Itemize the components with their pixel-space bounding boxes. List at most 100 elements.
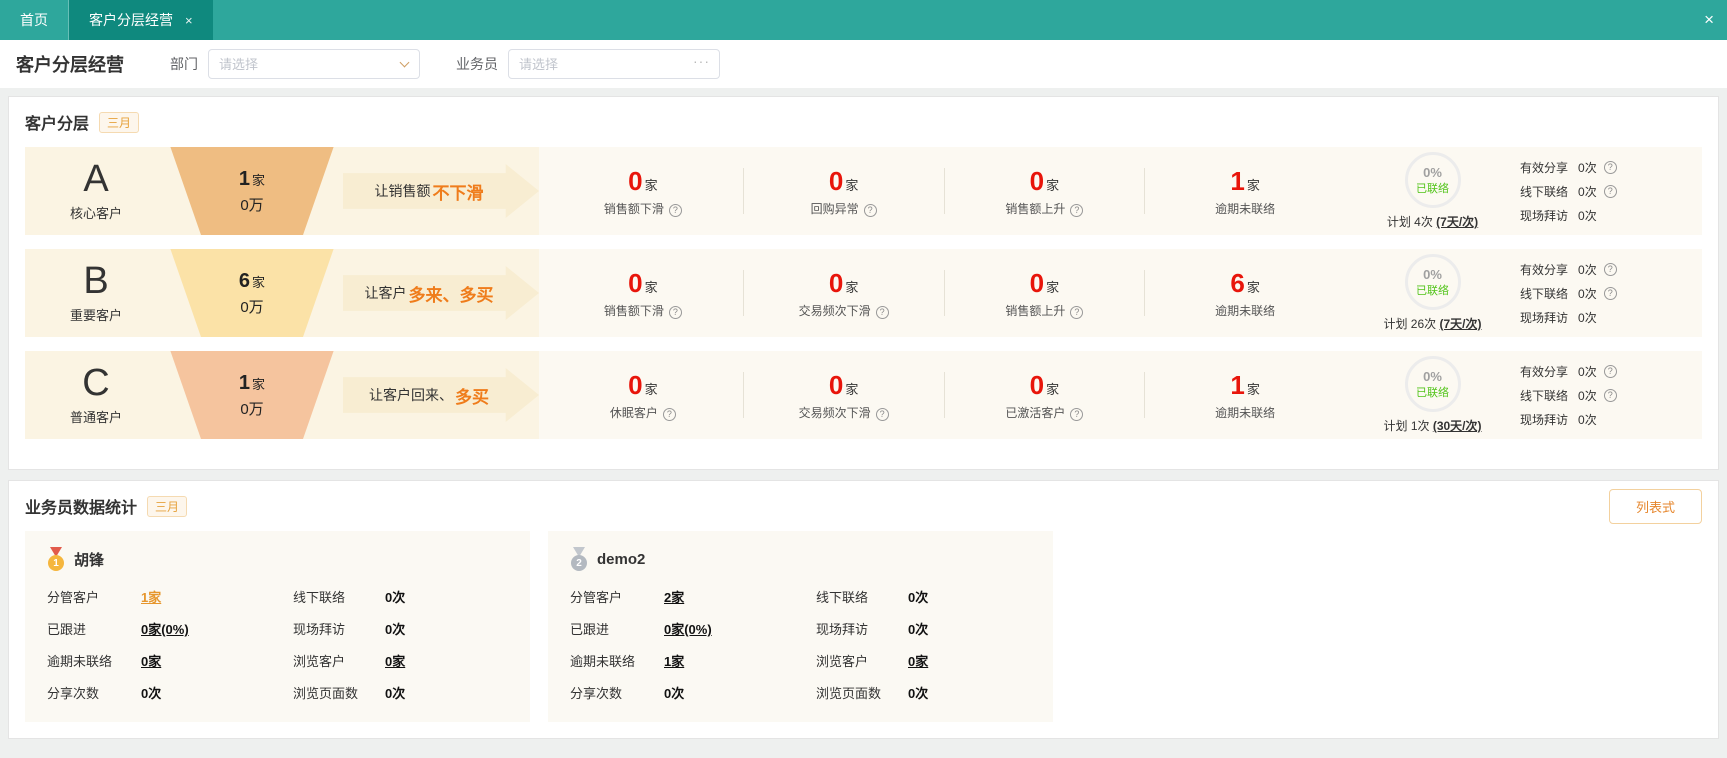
stat-label: 浏览页面数 [293, 686, 359, 701]
stat-label: 浏览客户 [816, 654, 869, 669]
stat-label: 现场拜访 [816, 622, 869, 637]
stat-value[interactable]: 0家(0%) [664, 619, 816, 638]
metric-label-row: 销售额下滑 [543, 302, 743, 319]
metric-label: 交易频次下滑 [798, 405, 871, 420]
tier-amount-value: 0 [240, 196, 249, 214]
stat-value[interactable]: 0家 [908, 651, 1031, 670]
more-icon[interactable]: ··· [693, 53, 710, 69]
metric-label-row: 交易频次下滑 [744, 404, 944, 421]
stat-value[interactable]: 1家 [141, 587, 293, 606]
tier-name: 重要客户 [69, 308, 122, 323]
contact-label: 现场拜访 [1520, 310, 1569, 325]
help-icon[interactable] [662, 407, 676, 421]
close-icon[interactable]: × [1704, 10, 1714, 30]
help-icon[interactable] [1603, 160, 1617, 174]
tier-amount: 0万 [240, 398, 263, 419]
help-icon[interactable] [668, 305, 682, 319]
metric-sales-decline: 0家 销售额下滑 [543, 166, 743, 217]
metric-unit: 家 [1046, 381, 1060, 397]
stat-value[interactable]: 0家(0%) [141, 619, 293, 638]
metric-value: 0 [1029, 369, 1045, 400]
metric-value: 0 [628, 165, 643, 196]
tab-home[interactable]: 首页 [0, 0, 69, 40]
metric-overdue-uncontacted: 6家 逾期未联络 [1145, 268, 1345, 319]
metric-value: 0 [1029, 267, 1045, 298]
tab-close-icon[interactable]: × [185, 13, 193, 28]
tier-amount-unit: 万 [248, 196, 264, 214]
metric-value-row: 0家 [744, 166, 944, 197]
metric-label-row: 销售额上升 [945, 200, 1145, 217]
metric-unit: 家 [1246, 177, 1260, 193]
tier-amount: 0万 [240, 296, 263, 317]
dept-select[interactable] [208, 49, 420, 79]
metric-unit: 家 [1246, 279, 1260, 295]
tier-identity: A 核心客户 [25, 147, 167, 235]
metric-activated-customers: 0家 已激活客户 [945, 370, 1145, 421]
contact-label: 线下联络 [1520, 388, 1569, 403]
stat-value: 0次 [385, 590, 406, 605]
help-icon[interactable] [1603, 286, 1617, 300]
tier-slogan-arrow: 让客户 多来、多买 [343, 266, 539, 320]
slogan-text: 让销售额 [374, 183, 431, 199]
help-icon[interactable] [1070, 203, 1084, 217]
stat-value: 0次 [385, 686, 406, 701]
help-icon[interactable] [1603, 364, 1617, 378]
stat-value[interactable]: 2家 [664, 587, 816, 606]
tab-customer-segmentation[interactable]: 客户分层经营 × [69, 0, 213, 40]
stat-label: 线下联络 [816, 590, 869, 605]
silver-medal-icon: 2 [570, 547, 588, 571]
tier-row-c: C 普通客户 1家 0万 让客户回来、 多买 0家 休眠客户? 0 家 交易频次… [25, 351, 1702, 439]
tier-amount: 0万 [240, 194, 263, 215]
tier-letter: A [83, 158, 109, 200]
metric-label: 逾期未联络 [1215, 405, 1276, 420]
main-content: 客户分层 三月 A 核心客户 1家 0万 让销售额 不下滑 0 家 销售额下滑?… [0, 88, 1727, 739]
salesperson-label: 业务员 [456, 56, 498, 72]
tier-amount-unit: 万 [248, 298, 264, 316]
contact-progress: 0% 已联络 计划 4次 (7天/次) [1345, 152, 1520, 230]
contact-label: 线下联络 [1520, 184, 1569, 199]
metric-label: 逾期未联络 [1215, 201, 1276, 216]
stat-value[interactable]: 0家 [141, 651, 293, 670]
tier-name: 核心客户 [69, 206, 122, 221]
help-icon[interactable] [875, 305, 889, 319]
help-icon[interactable] [863, 203, 877, 217]
help-icon[interactable] [1070, 407, 1084, 421]
help-icon[interactable] [875, 407, 889, 421]
salesperson-input[interactable]: ··· [508, 49, 720, 79]
help-icon[interactable] [1603, 262, 1617, 276]
contact-plan: 计划 26次 (7天/次) [1345, 315, 1520, 332]
slogan-text: 让客户 [364, 285, 407, 301]
metric-label: 销售额下滑 [603, 201, 664, 216]
segmentation-title: 客户分层 [25, 116, 90, 133]
contact-label: 线下联络 [1520, 286, 1569, 301]
contact-stats: 有效分享 0次 线下联络 0次 现场拜访 0次 [1520, 363, 1688, 428]
metric-label-row: 交易频次下滑 [744, 302, 944, 319]
tier-funnel: 6家 0万 [170, 249, 334, 337]
salesperson-stat-grid: 分管客户 2家 线下联络 0次 已跟进 0家(0%) 现场拜访 0次 逾期未联络… [570, 587, 1031, 702]
metric-unit: 家 [845, 381, 859, 397]
metric-label-row: 逾期未联络 [1145, 404, 1345, 421]
contact-row: 现场拜访 0次 [1520, 207, 1688, 224]
contact-progress: 0% 已联络 计划 1次 (30天/次) [1345, 356, 1520, 434]
contact-stats: 有效分享 0次 线下联络 0次 现场拜访 0次 [1520, 261, 1688, 326]
contact-plan: 计划 4次 (7天/次) [1345, 213, 1520, 230]
metric-unit: 家 [845, 279, 859, 295]
help-icon[interactable] [1603, 388, 1617, 402]
help-icon[interactable] [1070, 305, 1084, 319]
tier-count: 1 [238, 371, 251, 394]
contact-label: 现场拜访 [1520, 208, 1569, 223]
metric-label: 销售额上升 [1005, 201, 1066, 216]
contact-row: 线下联络 0次 [1520, 387, 1688, 404]
slogan-highlight: 多来、多买 [408, 285, 494, 305]
plan-frequency: (7天/次) [1439, 317, 1482, 331]
dept-select-input[interactable] [209, 56, 419, 72]
list-view-button[interactable]: 列表式 [1608, 489, 1702, 524]
stat-value[interactable]: 1家 [664, 651, 816, 670]
metric-label: 逾期未联络 [1215, 303, 1276, 318]
help-icon[interactable] [1603, 184, 1617, 198]
metric-value-row: 0家 [543, 370, 743, 401]
help-icon[interactable] [668, 203, 682, 217]
stat-value[interactable]: 0家 [385, 651, 508, 670]
salesperson-input-field[interactable] [509, 56, 719, 72]
contact-row: 有效分享 0次 [1520, 159, 1688, 176]
